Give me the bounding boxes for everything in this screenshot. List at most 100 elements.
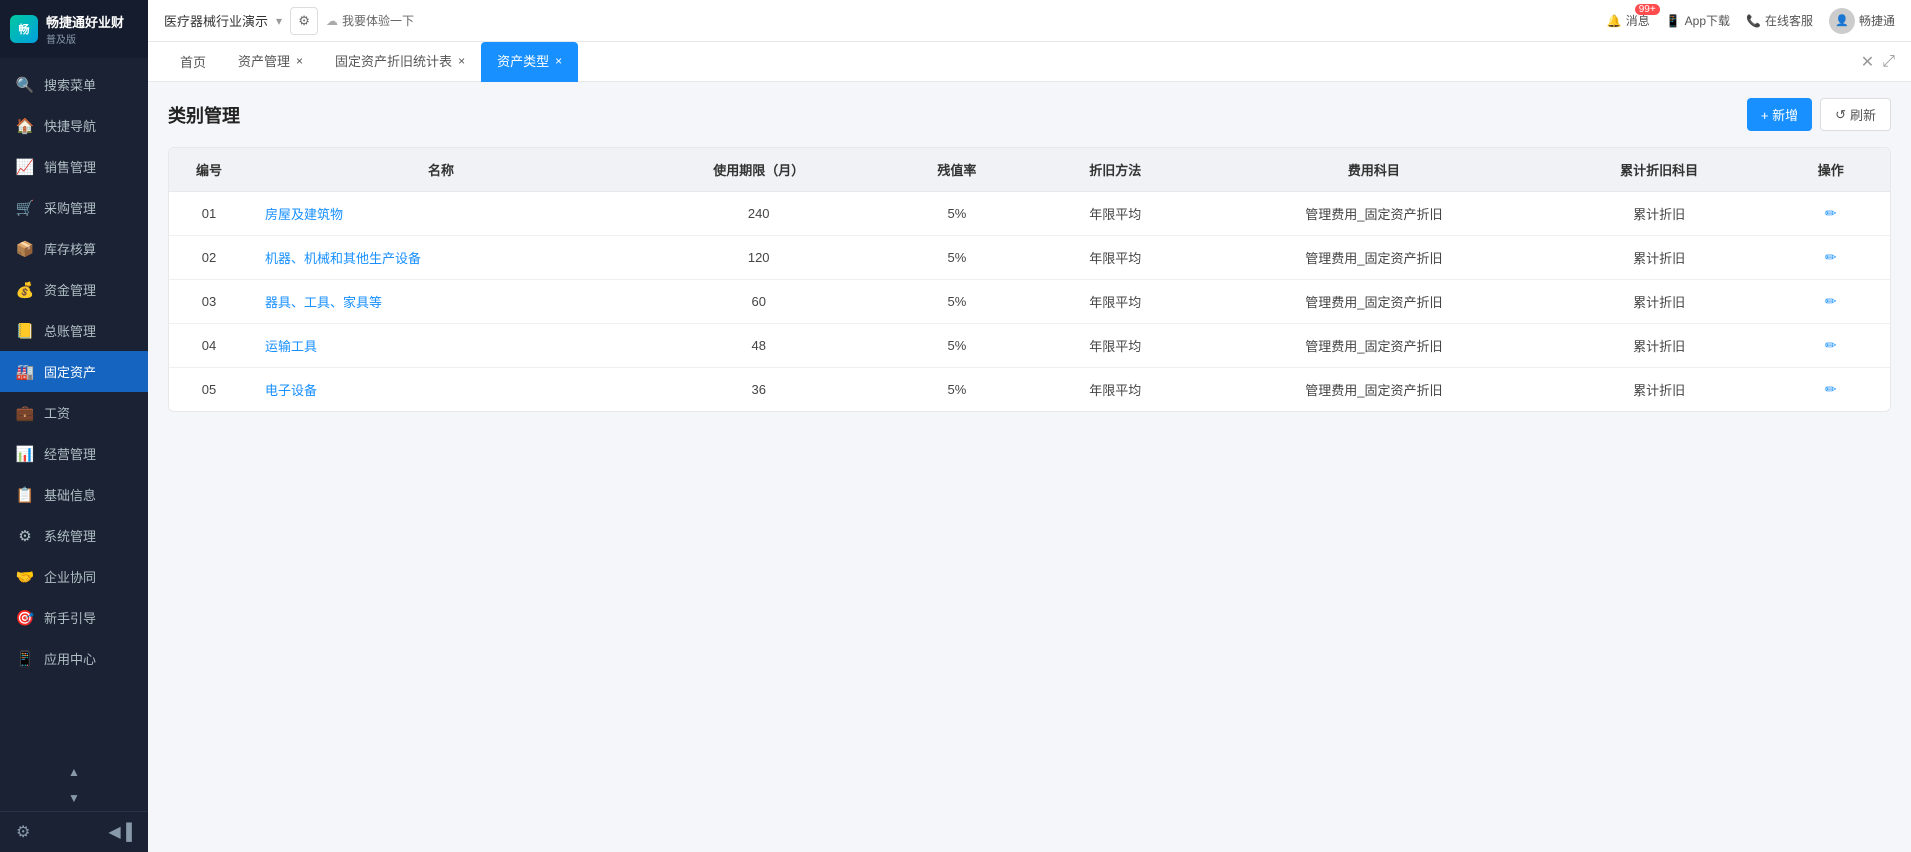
sidebar-item-label: 固定资产 — [44, 362, 96, 381]
sidebar-item-capital[interactable]: 💰 资金管理 — [0, 269, 148, 310]
action-cell: ✏ — [1771, 368, 1890, 412]
operations-icon: 📊 — [16, 445, 34, 463]
enterprise-icon: 🤝 — [16, 568, 34, 586]
table-cell: 管理费用_固定资产折旧 — [1201, 280, 1547, 324]
tab-close-icon[interactable]: × — [296, 54, 303, 68]
topbar-right: 🔔 消息 99+ 📱 App下载 📞 在线客服 👤 畅捷通 — [1607, 8, 1895, 34]
sidebar-item-label: 采购管理 — [44, 198, 96, 217]
table-cell: 器具、工具、家具等 — [249, 280, 633, 324]
sidebar-item-payroll[interactable]: 💼 工资 — [0, 392, 148, 433]
table-cell: 累计折旧 — [1547, 324, 1772, 368]
fixed-assets-icon: 🏭 — [16, 363, 34, 381]
table-row: 04运输工具485%年限平均管理费用_固定资产折旧累计折旧✏ — [169, 324, 1890, 368]
tabs-bar: 首页资产管理×固定资产折旧统计表×资产类型× ✕ ⤢ — [148, 42, 1911, 82]
app-edition: 普及版 — [46, 31, 124, 46]
table-cell: 5% — [884, 368, 1029, 412]
sidebar-item-app-center[interactable]: 📱 应用中心 — [0, 638, 148, 679]
table-cell: 年限平均 — [1029, 280, 1201, 324]
tab-close-icon[interactable]: × — [458, 54, 465, 68]
sidebar-item-label: 快捷导航 — [44, 116, 96, 135]
tab-close-icon[interactable]: × — [555, 54, 562, 68]
messages-button[interactable]: 🔔 消息 99+ — [1607, 12, 1650, 29]
sidebar-item-newbie[interactable]: 🎯 新手引导 — [0, 597, 148, 638]
table-cell: 年限平均 — [1029, 368, 1201, 412]
sidebar-item-label: 搜索菜单 — [44, 75, 96, 94]
payroll-icon: 💼 — [16, 404, 34, 422]
expand-tab-button[interactable]: ⤢ — [1882, 53, 1895, 71]
user-menu[interactable]: 👤 畅捷通 — [1829, 8, 1895, 34]
table-cell: 管理费用_固定资产折旧 — [1201, 236, 1547, 280]
edit-icon[interactable]: ✏ — [1825, 381, 1837, 397]
column-header: 折旧方法 — [1029, 148, 1201, 192]
table-cell: 年限平均 — [1029, 324, 1201, 368]
table-row: 01房屋及建筑物2405%年限平均管理费用_固定资产折旧累计折旧✏ — [169, 192, 1890, 236]
page-content: 类别管理 + 新增 ↺ 刷新 编号名称使用期限（月）残值率折旧方法费用科目累计折… — [148, 82, 1911, 852]
experience-button[interactable]: ☁ 我要体验一下 — [326, 12, 414, 29]
edit-icon[interactable]: ✏ — [1825, 249, 1837, 265]
app-name: 畅捷通好业财 — [46, 12, 124, 31]
search-icon: 🔍 — [16, 76, 34, 94]
table-cell: 房屋及建筑物 — [249, 192, 633, 236]
sidebar-item-operations[interactable]: 📊 经营管理 — [0, 433, 148, 474]
sidebar-item-purchase[interactable]: 🛒 采购管理 — [0, 187, 148, 228]
column-header: 累计折旧科目 — [1547, 148, 1772, 192]
edit-icon[interactable]: ✏ — [1825, 337, 1837, 353]
column-header: 操作 — [1771, 148, 1890, 192]
table-cell: 60 — [633, 280, 884, 324]
table-cell: 电子设备 — [249, 368, 633, 412]
table-cell: 05 — [169, 368, 249, 412]
sidebar-item-search[interactable]: 🔍 搜索菜单 — [0, 64, 148, 105]
sidebar-item-inventory[interactable]: 📦 库存核算 — [0, 228, 148, 269]
tab-asset-type[interactable]: 资产类型× — [481, 42, 578, 82]
quick-nav-icon: 🏠 — [16, 117, 34, 135]
customer-service-button[interactable]: 📞 在线客服 — [1746, 12, 1813, 29]
tab-depreciation-table[interactable]: 固定资产折旧统计表 × — [319, 42, 481, 82]
close-tab-button[interactable]: ✕ — [1861, 52, 1874, 72]
refresh-button[interactable]: ↺ 刷新 — [1820, 98, 1891, 131]
sidebar-item-basic-info[interactable]: 📋 基础信息 — [0, 474, 148, 515]
sales-icon: 📈 — [16, 158, 34, 176]
sidebar-item-sales[interactable]: 📈 销售管理 — [0, 146, 148, 187]
company-settings-button[interactable]: ⚙ — [290, 7, 318, 35]
sidebar-item-label: 系统管理 — [44, 526, 96, 545]
table-cell: 120 — [633, 236, 884, 280]
ledger-icon: 📒 — [16, 322, 34, 340]
table-cell: 累计折旧 — [1547, 236, 1772, 280]
scroll-up-arrow[interactable]: ▲ — [66, 763, 82, 781]
capital-icon: 💰 — [16, 281, 34, 299]
phone-icon: 📞 — [1746, 14, 1761, 28]
edit-icon[interactable]: ✏ — [1825, 205, 1837, 221]
table-cell: 年限平均 — [1029, 236, 1201, 280]
edit-icon[interactable]: ✏ — [1825, 293, 1837, 309]
column-header: 使用期限（月） — [633, 148, 884, 192]
table-cell: 5% — [884, 192, 1029, 236]
company-dropdown-arrow[interactable]: ▾ — [276, 14, 282, 28]
sidebar-item-ledger[interactable]: 📒 总账管理 — [0, 310, 148, 351]
column-header: 费用科目 — [1201, 148, 1547, 192]
sidebar-item-quick-nav[interactable]: 🏠 快捷导航 — [0, 105, 148, 146]
table-cell: 48 — [633, 324, 884, 368]
sidebar-item-label: 应用中心 — [44, 649, 96, 668]
action-cell: ✏ — [1771, 324, 1890, 368]
new-button[interactable]: + 新增 — [1747, 98, 1812, 131]
system-icon: ⚙ — [16, 527, 34, 545]
sidebar-item-fixed-assets[interactable]: 🏭 固定资产 — [0, 351, 148, 392]
settings-icon[interactable]: ⚙ — [16, 822, 30, 842]
download-icon: 📱 — [1666, 14, 1681, 28]
company-name: 医疗器械行业演示 — [164, 11, 268, 30]
collapse-icon[interactable]: ◀▐ — [108, 822, 132, 842]
app-download-button[interactable]: 📱 App下载 — [1666, 12, 1730, 29]
scroll-down-arrow[interactable]: ▼ — [66, 789, 82, 807]
tab-label: 固定资产折旧统计表 — [335, 51, 452, 70]
table-cell: 5% — [884, 324, 1029, 368]
sidebar-item-system[interactable]: ⚙ 系统管理 — [0, 515, 148, 556]
sidebar-item-enterprise[interactable]: 🤝 企业协同 — [0, 556, 148, 597]
sidebar-item-label: 资金管理 — [44, 280, 96, 299]
tab-home[interactable]: 首页 — [164, 42, 222, 82]
tab-label: 资产管理 — [238, 51, 290, 70]
table-cell: 02 — [169, 236, 249, 280]
tab-asset-mgmt[interactable]: 资产管理 × — [222, 42, 319, 82]
table-cell: 04 — [169, 324, 249, 368]
table-cell: 机器、机械和其他生产设备 — [249, 236, 633, 280]
sidebar-item-label: 工资 — [44, 403, 70, 422]
